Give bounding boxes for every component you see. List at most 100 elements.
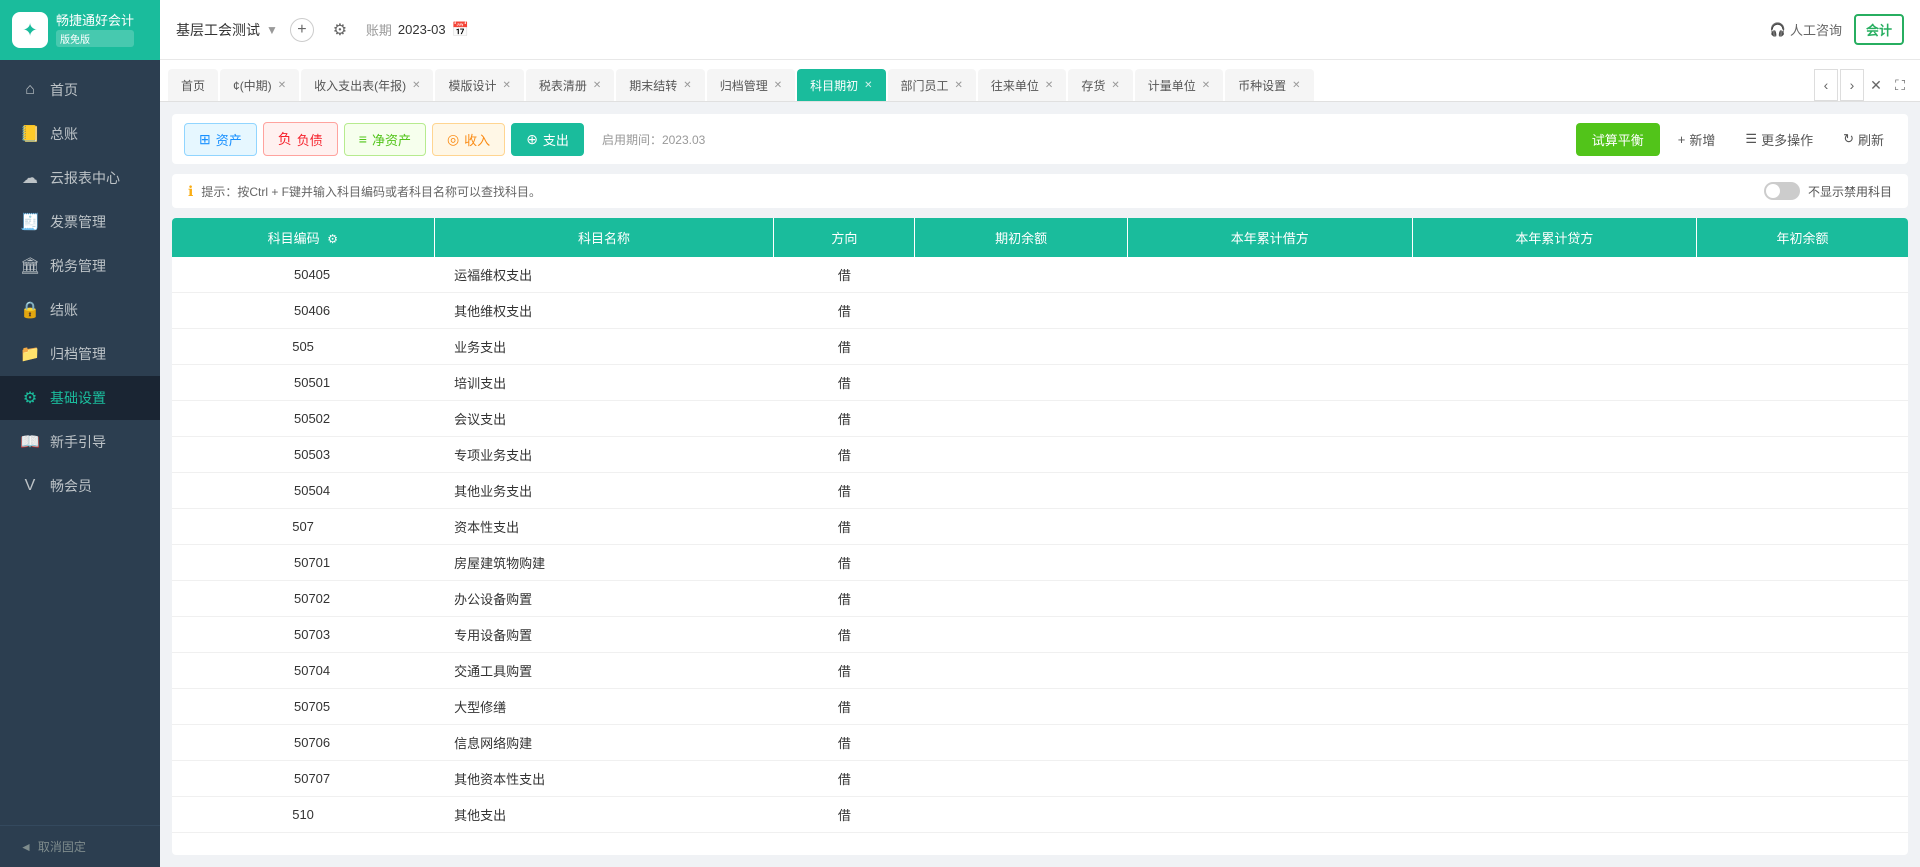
company-name: 基层工会测试 bbox=[176, 20, 260, 40]
tab-interim[interactable]: ¢(中期)✕ bbox=[220, 69, 299, 101]
table-row[interactable]: 50504其他业务支出借 bbox=[172, 473, 1908, 509]
cell-year-opening bbox=[1697, 725, 1908, 761]
table-row[interactable]: 50405运福维权支出借 bbox=[172, 257, 1908, 293]
tab-currency[interactable]: 币种设置✕ bbox=[1225, 69, 1313, 101]
cat-tab-icon-liability: 负 bbox=[278, 129, 292, 149]
tab-close-department[interactable]: ✕ bbox=[955, 80, 963, 91]
tab-close-tax_form[interactable]: ✕ bbox=[593, 80, 601, 91]
table-wrap[interactable]: 科目编码 ⚙科目名称方向期初余额本年累计借方本年累计贷方年初余额 50405运福… bbox=[172, 218, 1908, 855]
logo-icon: ✦ bbox=[12, 12, 48, 48]
tab-close-vendor[interactable]: ✕ bbox=[1045, 80, 1053, 91]
tab-period_end[interactable]: 期末结转✕ bbox=[616, 69, 704, 101]
cell-year-credit bbox=[1412, 581, 1697, 617]
table-row[interactable]: 50502会议支出借 bbox=[172, 401, 1908, 437]
tab-close-interim[interactable]: ✕ bbox=[278, 80, 286, 91]
sidebar-bottom[interactable]: ◄ 取消固定 bbox=[0, 825, 160, 867]
help-button[interactable]: 🎧 人工咨询 bbox=[1770, 20, 1842, 39]
tab-department[interactable]: 部门员工✕ bbox=[888, 69, 976, 101]
table-row[interactable]: 50701房屋建筑物购建借 bbox=[172, 545, 1908, 581]
tab-inventory[interactable]: 存货✕ bbox=[1068, 69, 1132, 101]
sidebar-item-ledger[interactable]: 📒 总账 bbox=[0, 112, 160, 156]
refresh-button[interactable]: ↻ 刷新 bbox=[1831, 124, 1896, 155]
table-row[interactable]: 510其他支出借 bbox=[172, 797, 1908, 833]
add-button[interactable]: + 新增 bbox=[1666, 124, 1728, 155]
tab-close-unit[interactable]: ✕ bbox=[1202, 80, 1210, 91]
table-header-row: 科目编码 ⚙科目名称方向期初余额本年累计借方本年累计贷方年初余额 bbox=[172, 218, 1908, 257]
tab-close-subject_init[interactable]: ✕ bbox=[864, 80, 872, 91]
sidebar-item-invoice[interactable]: 🧾 发票管理 bbox=[0, 200, 160, 244]
tab-close-currency[interactable]: ✕ bbox=[1292, 80, 1300, 91]
table-row[interactable]: 50501培训支出借 bbox=[172, 365, 1908, 401]
tab-subject_init[interactable]: 科目期初✕ bbox=[797, 69, 885, 101]
table-row[interactable]: 507资本性支出借 bbox=[172, 509, 1908, 545]
tab-home[interactable]: 首页 bbox=[168, 69, 218, 101]
user-role-badge[interactable]: 会计 bbox=[1854, 14, 1904, 45]
sidebar-item-reports[interactable]: ☁ 云报表中心 bbox=[0, 156, 160, 200]
tab-template[interactable]: 模版设计✕ bbox=[435, 69, 523, 101]
tab-tax_form[interactable]: 税表清册 ✕ bbox=[526, 69, 614, 101]
add-company-button[interactable]: + bbox=[290, 18, 314, 42]
tab-archive[interactable]: 归档管理✕ bbox=[707, 69, 795, 101]
hint-bar: ℹ 提示：按Ctrl + F键并输入科目编码或者科目名称可以查找科目。 不显示禁… bbox=[172, 174, 1908, 208]
table-row[interactable]: 50703专用设备购置借 bbox=[172, 617, 1908, 653]
sidebar-item-archive[interactable]: 📁 归档管理 bbox=[0, 332, 160, 376]
cell-year-opening bbox=[1697, 545, 1908, 581]
period-calendar-icon[interactable]: 📅 bbox=[452, 21, 469, 38]
cell-year-opening bbox=[1697, 761, 1908, 797]
cell-year-credit bbox=[1412, 473, 1697, 509]
tab-close-template[interactable]: ✕ bbox=[502, 80, 510, 91]
tabs-expand-button[interactable]: ⛶ bbox=[1888, 69, 1912, 101]
sidebar-item-settings[interactable]: ⚙ 基础设置 bbox=[0, 376, 160, 420]
table-row[interactable]: 50702办公设备购置借 bbox=[172, 581, 1908, 617]
cell-opening-balance bbox=[915, 509, 1128, 545]
tab-vendor[interactable]: 往来单位✕ bbox=[978, 69, 1066, 101]
cell-opening-balance bbox=[915, 257, 1128, 293]
sidebar-collapse-label: 取消固定 bbox=[38, 838, 86, 855]
tab-income_annual[interactable]: 收入支出表(年报)✕ bbox=[301, 69, 433, 101]
cat-tab-income[interactable]: ◎ 收入 bbox=[432, 123, 505, 156]
cat-tab-asset[interactable]: ⊞ 资产 bbox=[184, 123, 257, 156]
column-settings-icon[interactable]: ⚙ bbox=[327, 232, 338, 246]
table-row[interactable]: 505业务支出借 bbox=[172, 329, 1908, 365]
cell-year-credit bbox=[1412, 437, 1697, 473]
add-icon: + bbox=[1678, 132, 1686, 147]
period-value[interactable]: 2023-03 bbox=[398, 22, 446, 37]
content-area: ⊞ 资产 负 负债 ≡ 净资产 ◎ 收入 ⊕ 支出 启用期间：2023.03 试… bbox=[160, 102, 1920, 867]
tabs-close-all-button[interactable]: ✕ bbox=[1864, 69, 1888, 101]
table-row[interactable]: 50707其他资本性支出借 bbox=[172, 761, 1908, 797]
tab-close-period_end[interactable]: ✕ bbox=[683, 80, 691, 91]
tab-close-archive[interactable]: ✕ bbox=[774, 80, 782, 91]
sidebar-item-tax[interactable]: 🏛 税务管理 bbox=[0, 244, 160, 288]
table-row[interactable]: 50706信息网络购建借 bbox=[172, 725, 1908, 761]
sidebar-item-guide[interactable]: 📖 新手引导 bbox=[0, 420, 160, 464]
cell-year-credit bbox=[1412, 761, 1697, 797]
table-row[interactable]: 50406其他维权支出借 bbox=[172, 293, 1908, 329]
cat-tab-liability[interactable]: 负 负债 bbox=[263, 122, 338, 156]
sidebar-item-icon-ledger: 📒 bbox=[20, 124, 40, 144]
table-row[interactable]: 50503专项业务支出借 bbox=[172, 437, 1908, 473]
more-ops-button[interactable]: ☰ 更多操作 bbox=[1733, 124, 1825, 155]
period-label: 账期 bbox=[366, 20, 392, 39]
disable-toggle[interactable] bbox=[1764, 182, 1800, 200]
sidebar-item-member[interactable]: V 畅会员 bbox=[0, 464, 160, 508]
tab-close-inventory[interactable]: ✕ bbox=[1111, 80, 1119, 91]
tab-unit[interactable]: 计量单位✕ bbox=[1135, 69, 1223, 101]
cell-direction: 借 bbox=[774, 581, 915, 617]
tabs-prev-button[interactable]: ‹ bbox=[1814, 69, 1838, 101]
sidebar-item-home[interactable]: ⌂ 首页 bbox=[0, 68, 160, 112]
table-row[interactable]: 50704交通工具购置借 bbox=[172, 653, 1908, 689]
sidebar-item-closing[interactable]: 🔒 结账 bbox=[0, 288, 160, 332]
company-selector[interactable]: 基层工会测试 ▼ bbox=[176, 20, 278, 40]
cat-tab-net_asset[interactable]: ≡ 净资产 bbox=[344, 123, 426, 156]
settings-icon[interactable]: ⚙ bbox=[326, 16, 354, 44]
cat-tab-expense[interactable]: ⊕ 支出 bbox=[511, 123, 584, 156]
tab-close-income_annual[interactable]: ✕ bbox=[412, 80, 420, 91]
tabs-next-button[interactable]: › bbox=[1840, 69, 1864, 101]
cell-direction: 借 bbox=[774, 725, 915, 761]
tab-label-tax_form: 税表清册 bbox=[539, 77, 587, 94]
calc-balance-button[interactable]: 试算平衡 bbox=[1576, 123, 1660, 156]
cell-direction: 借 bbox=[774, 653, 915, 689]
th-direction: 方向 bbox=[774, 218, 915, 257]
table-row[interactable]: 50705大型修缮借 bbox=[172, 689, 1908, 725]
cell-name: 专用设备购置 bbox=[434, 617, 774, 653]
